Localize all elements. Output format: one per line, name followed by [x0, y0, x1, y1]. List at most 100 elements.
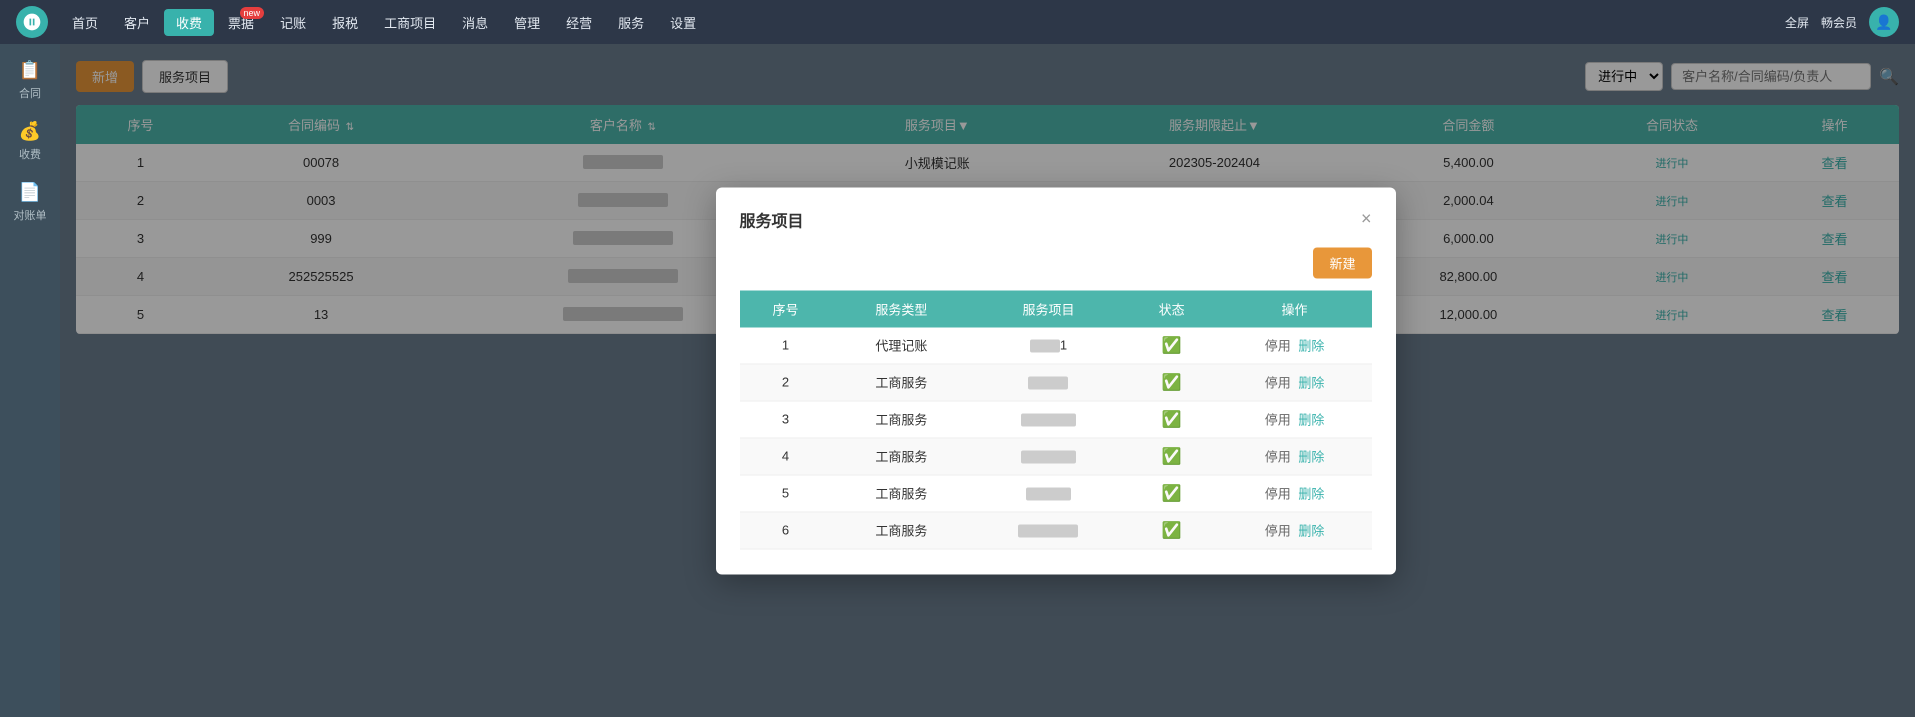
modal-scroll-area[interactable]: 序号 服务类型 服务项目 状态 操作 1 代理记账 1 ✅ 停用 删除 2 工商…	[740, 290, 1372, 550]
modal-col-item: 服务项目	[971, 290, 1125, 327]
modal-cell-type: 工商服务	[831, 364, 971, 401]
modal-cell-seq: 4	[740, 438, 832, 475]
nav-item-home[interactable]: 首页	[60, 9, 110, 36]
modal-cell-item	[971, 401, 1125, 438]
sidebar-item-reconcile[interactable]: 📄 对账单	[4, 174, 56, 231]
modal-cell-status: ✅	[1126, 512, 1218, 549]
top-navigation: 首页客户收费票据new记账报税工商项目消息管理经营服务设置 全屏 畅会员 👤	[0, 0, 1915, 44]
modal-table-row: 2 工商服务 ✅ 停用 删除	[740, 364, 1372, 401]
nav-item-service[interactable]: 服务	[606, 9, 656, 36]
stop-button[interactable]: 停用	[1265, 484, 1291, 503]
status-check-icon: ✅	[1162, 485, 1182, 502]
modal-cell-action[interactable]: 停用 删除	[1218, 549, 1372, 551]
modal-table-row: 5 工商服务 ✅ 停用 删除	[740, 475, 1372, 512]
modal-cell-seq: 7	[740, 549, 832, 551]
modal-table-row: 7 工商服务 ✅ 停用 删除	[740, 549, 1372, 551]
member-button[interactable]: 畅会员	[1821, 14, 1857, 31]
modal-cell-seq: 6	[740, 512, 832, 549]
nav-item-bookkeeping[interactable]: 记账	[268, 9, 318, 36]
modal-cell-status: ✅	[1126, 475, 1218, 512]
modal-cell-item	[971, 438, 1125, 475]
fullscreen-button[interactable]: 全屏	[1785, 14, 1809, 31]
modal-cell-seq: 5	[740, 475, 832, 512]
modal-cell-seq: 2	[740, 364, 832, 401]
nav-item-invoice[interactable]: 票据new	[216, 9, 266, 36]
modal-cell-status: ✅	[1126, 438, 1218, 475]
delete-button[interactable]: 删除	[1298, 447, 1324, 466]
modal-table: 序号 服务类型 服务项目 状态 操作 1 代理记账 1 ✅ 停用 删除 2 工商…	[740, 290, 1372, 550]
modal-cell-action[interactable]: 停用 删除	[1218, 364, 1372, 401]
modal-cell-status: ✅	[1126, 364, 1218, 401]
main-layout: 📋 合同 💰 收费 📄 对账单 新增 服务项目 进行中 已完成 已取消 🔍	[0, 44, 1915, 717]
reconcile-icon: 📄	[19, 182, 41, 203]
avatar[interactable]: 👤	[1869, 7, 1899, 37]
modal-cell-item	[971, 364, 1125, 401]
sidebar-item-fee-label: 收费	[19, 146, 41, 162]
sidebar-item-contract-label: 合同	[19, 85, 41, 101]
modal-table-row: 3 工商服务 ✅ 停用 删除	[740, 401, 1372, 438]
modal-cell-action[interactable]: 停用 删除	[1218, 438, 1372, 475]
modal-cell-item: 1	[971, 327, 1125, 364]
app-logo	[16, 6, 48, 38]
delete-button[interactable]: 删除	[1298, 373, 1324, 392]
stop-button[interactable]: 停用	[1265, 336, 1291, 355]
nav-item-message[interactable]: 消息	[450, 9, 500, 36]
modal-col-type: 服务类型	[831, 290, 971, 327]
nav-item-business[interactable]: 工商项目	[372, 9, 448, 36]
modal-cell-type: 工商服务	[831, 512, 971, 549]
contract-icon: 📋	[19, 60, 41, 81]
modal-cell-type: 工商服务	[831, 475, 971, 512]
modal-cell-item	[971, 512, 1125, 549]
modal-cell-action[interactable]: 停用 删除	[1218, 512, 1372, 549]
nav-item-fee[interactable]: 收费	[164, 9, 214, 36]
nav-item-settings[interactable]: 设置	[658, 9, 708, 36]
modal-table-row: 6 工商服务 ✅ 停用 删除	[740, 512, 1372, 549]
nav-item-customer[interactable]: 客户	[112, 9, 162, 36]
modal-cell-status: ✅	[1126, 327, 1218, 364]
delete-button[interactable]: 删除	[1298, 336, 1324, 355]
sidebar: 📋 合同 💰 收费 📄 对账单	[0, 44, 60, 717]
service-items-modal: 服务项目 × 新建 序号 服务类型 服务项目 状态 操作	[716, 187, 1396, 574]
modal-cell-seq: 3	[740, 401, 832, 438]
sidebar-item-fee[interactable]: 💰 收费	[4, 113, 56, 170]
modal-col-status: 状态	[1126, 290, 1218, 327]
delete-button[interactable]: 删除	[1298, 484, 1324, 503]
sidebar-item-contract[interactable]: 📋 合同	[4, 52, 56, 109]
delete-button[interactable]: 删除	[1298, 410, 1324, 429]
modal-cell-item	[971, 475, 1125, 512]
modal-cell-seq: 1	[740, 327, 832, 364]
status-check-icon: ✅	[1162, 522, 1182, 539]
status-check-icon: ✅	[1162, 374, 1182, 391]
stop-button[interactable]: 停用	[1265, 373, 1291, 392]
content-area: 新增 服务项目 进行中 已完成 已取消 🔍 序号 合同编码 ⇅ 客户名称 ⇅ 服…	[60, 44, 1915, 717]
modal-cell-action[interactable]: 停用 删除	[1218, 475, 1372, 512]
stop-button[interactable]: 停用	[1265, 410, 1291, 429]
modal-col-seq: 序号	[740, 290, 832, 327]
modal-toolbar: 新建	[740, 247, 1372, 278]
status-check-icon: ✅	[1162, 411, 1182, 428]
stop-button[interactable]: 停用	[1265, 447, 1291, 466]
modal-title: 服务项目	[740, 207, 804, 231]
status-check-icon: ✅	[1162, 448, 1182, 465]
delete-button[interactable]: 删除	[1298, 521, 1324, 540]
modal-add-button[interactable]: 新建	[1313, 247, 1371, 278]
modal-close-button[interactable]: ×	[1361, 209, 1372, 230]
modal-cell-action[interactable]: 停用 删除	[1218, 327, 1372, 364]
fee-icon: 💰	[19, 121, 41, 142]
modal-cell-type: 工商服务	[831, 549, 971, 551]
modal-cell-status: ✅	[1126, 401, 1218, 438]
modal-cell-type: 工商服务	[831, 438, 971, 475]
nav-right: 全屏 畅会员 👤	[1785, 7, 1899, 37]
sidebar-item-reconcile-label: 对账单	[14, 207, 47, 223]
modal-col-action: 操作	[1218, 290, 1372, 327]
modal-cell-type: 工商服务	[831, 401, 971, 438]
stop-button[interactable]: 停用	[1265, 521, 1291, 540]
nav-item-operation[interactable]: 经营	[554, 9, 604, 36]
modal-cell-action[interactable]: 停用 删除	[1218, 401, 1372, 438]
modal-table-row: 1 代理记账 1 ✅ 停用 删除	[740, 327, 1372, 364]
nav-item-tax[interactable]: 报税	[320, 9, 370, 36]
modal-cell-type: 代理记账	[831, 327, 971, 364]
nav-item-manage[interactable]: 管理	[502, 9, 552, 36]
modal-table-row: 4 工商服务 ✅ 停用 删除	[740, 438, 1372, 475]
status-check-icon: ✅	[1162, 337, 1182, 354]
